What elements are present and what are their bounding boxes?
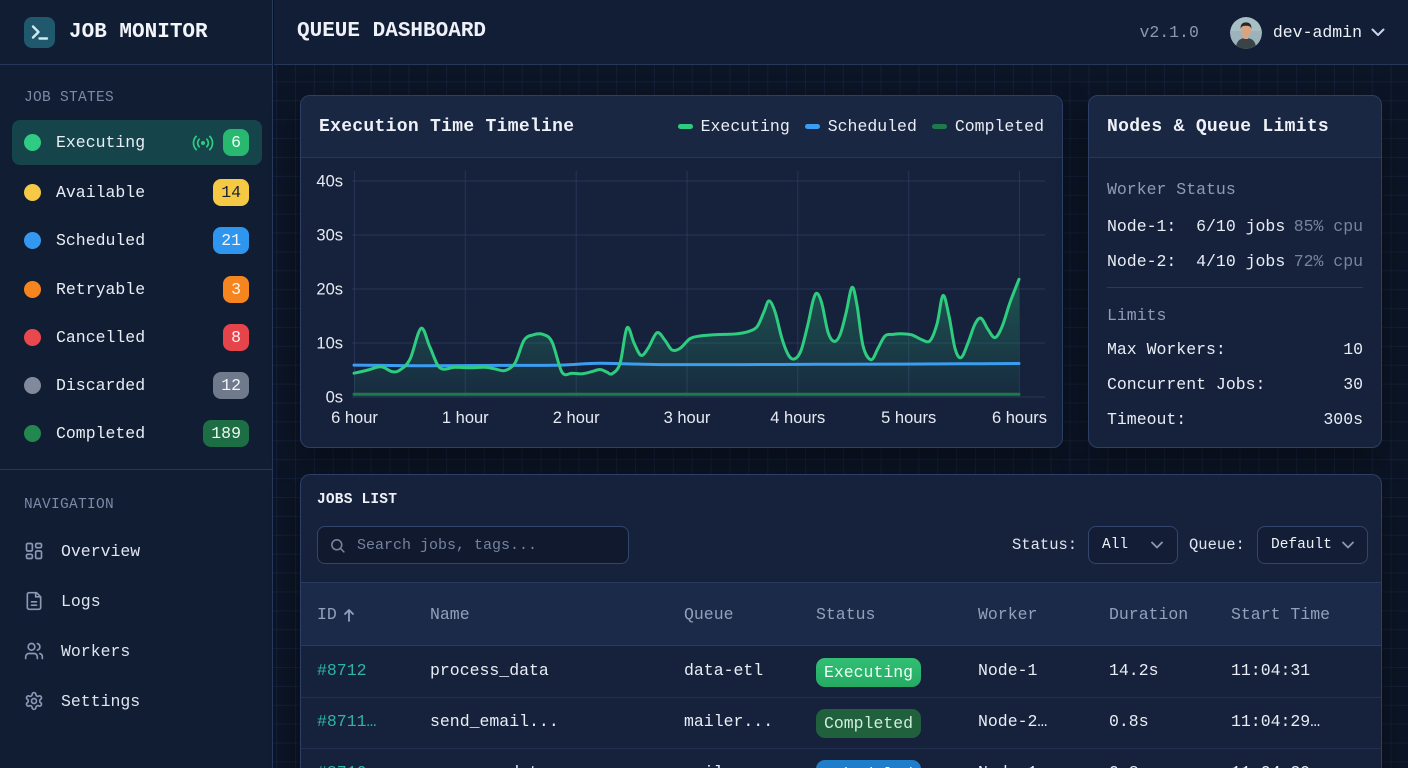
svg-text:3 hour: 3 hour <box>664 409 711 427</box>
svg-text:10s: 10s <box>316 335 343 353</box>
svg-text:1 hour: 1 hour <box>442 409 489 427</box>
svg-text:30s: 30s <box>316 227 343 245</box>
svg-text:2 hour: 2 hour <box>553 409 600 427</box>
svg-text:6 hours: 6 hours <box>992 409 1047 427</box>
svg-text:0s: 0s <box>326 389 343 407</box>
svg-text:6 hour: 6 hour <box>331 409 378 427</box>
svg-text:5 hours: 5 hours <box>881 409 936 427</box>
svg-text:20s: 20s <box>316 281 343 299</box>
svg-text:40s: 40s <box>316 173 343 191</box>
svg-text:4 hours: 4 hours <box>770 409 825 427</box>
